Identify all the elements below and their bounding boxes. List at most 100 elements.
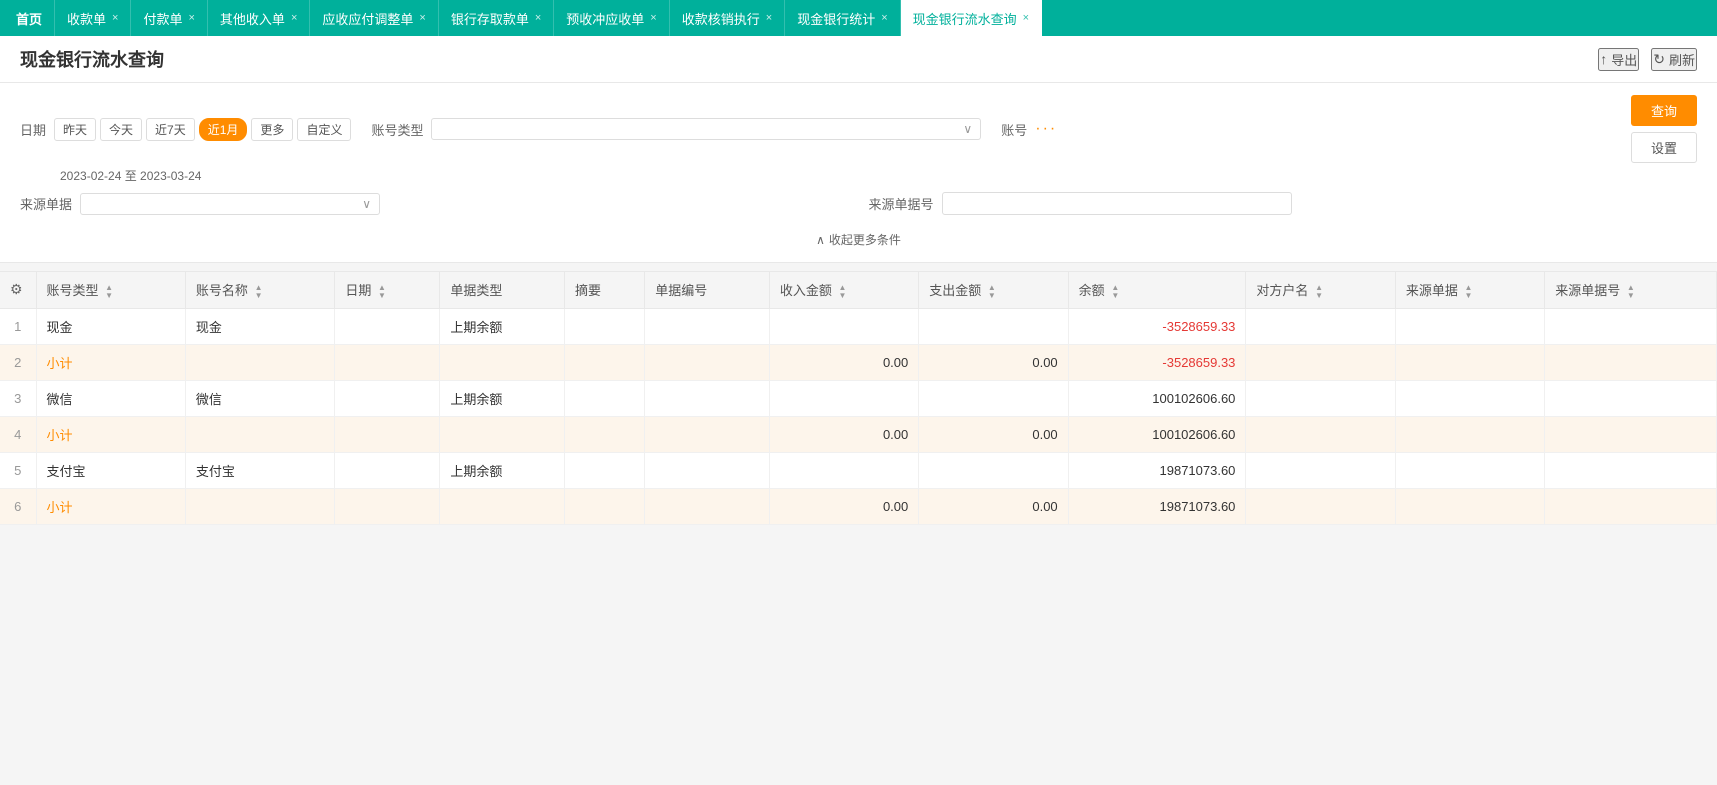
close-icon[interactable]: × xyxy=(419,12,425,24)
col-doc-no: 单据编号 xyxy=(645,272,770,309)
action-buttons: 查询 设置 xyxy=(1631,95,1697,163)
cell-income: 0.00 xyxy=(769,416,918,452)
col-income[interactable]: 收入金额 ▲▼ xyxy=(769,272,918,309)
source-doc-select[interactable]: ∨ xyxy=(80,193,380,215)
cell-account-name xyxy=(185,488,334,524)
cell-doc-no xyxy=(645,488,770,524)
sort-arrows-source-doc-no: ▲▼ xyxy=(1627,284,1635,300)
nav-tab-payment[interactable]: 付款单 × xyxy=(131,0,207,36)
cell-income: 0.00 xyxy=(769,344,918,380)
cell-source-doc xyxy=(1395,344,1544,380)
filter-row-1: 日期 昨天 今天 近7天 近1月 更多 自定义 账号类型 ∨ 账号 ··· xyxy=(20,95,1697,163)
cell-date xyxy=(335,416,440,452)
col-expense[interactable]: 支出金额 ▲▼ xyxy=(919,272,1068,309)
col-account-type[interactable]: 账号类型 ▲▼ xyxy=(36,272,185,309)
cell-doc-type: 上期余额 xyxy=(440,380,565,416)
close-icon[interactable]: × xyxy=(881,12,887,24)
cell-account-name xyxy=(185,344,334,380)
cell-source-doc xyxy=(1395,488,1544,524)
nav-tab-cash-flow[interactable]: 现金银行流水查询 × xyxy=(901,0,1042,36)
page-header: 现金银行流水查询 ↑ 导出 ↻ 刷新 xyxy=(0,36,1717,83)
date-btn-custom[interactable]: 自定义 xyxy=(297,118,351,141)
close-icon[interactable]: × xyxy=(188,12,194,24)
cell-doc-no xyxy=(645,452,770,488)
cell-source-doc-no xyxy=(1545,380,1717,416)
close-icon[interactable]: × xyxy=(112,12,118,24)
cell-source-doc xyxy=(1395,308,1544,344)
nav-tab-writeoff[interactable]: 收款核销执行 × xyxy=(670,0,785,36)
row-number: 5 xyxy=(0,452,36,488)
source-doc-filter-group: 来源单据 ∨ xyxy=(20,193,849,215)
sort-arrows-date: ▲▼ xyxy=(378,284,386,300)
col-account-name[interactable]: 账号名称 ▲▼ xyxy=(185,272,334,309)
col-counterparty[interactable]: 对方户名 ▲▼ xyxy=(1246,272,1395,309)
table-body: 1 现金 现金 上期余额 -3528659.33 2 小计 0.00 0.00 … xyxy=(0,308,1717,524)
account-type-select[interactable]: ∨ xyxy=(431,118,981,140)
cell-doc-no xyxy=(645,380,770,416)
account-dots-button[interactable]: ··· xyxy=(1035,120,1057,138)
date-range-display: 2023-02-24 至 2023-03-24 xyxy=(56,167,1697,184)
page-title: 现金银行流水查询 xyxy=(20,46,164,72)
cell-balance: -3528659.33 xyxy=(1068,308,1246,344)
nav-tab-cash-stat[interactable]: 现金银行统计 × xyxy=(785,0,900,36)
date-btn-more[interactable]: 更多 xyxy=(251,118,293,141)
collapse-label: 收起更多条件 xyxy=(829,231,901,248)
nav-tab-ar-ap-adjust[interactable]: 应收应付调整单 × xyxy=(310,0,438,36)
sort-arrows-account-name: ▲▼ xyxy=(255,284,263,300)
cell-source-doc-no xyxy=(1545,344,1717,380)
nav-tab-prepay[interactable]: 预收冲应收单 × xyxy=(554,0,669,36)
table-row: 2 小计 0.00 0.00 -3528659.33 xyxy=(0,344,1717,380)
col-settings[interactable]: ⚙ xyxy=(0,272,36,309)
col-source-doc-no[interactable]: 来源单据号 ▲▼ xyxy=(1545,272,1717,309)
date-filter-group: 日期 昨天 今天 近7天 近1月 更多 自定义 xyxy=(20,118,351,141)
cell-counterparty xyxy=(1246,416,1395,452)
date-btn-yesterday[interactable]: 昨天 xyxy=(54,118,96,141)
close-icon[interactable]: × xyxy=(535,12,541,24)
cell-summary xyxy=(565,416,645,452)
cell-counterparty xyxy=(1246,308,1395,344)
cell-income xyxy=(769,308,918,344)
cell-source-doc xyxy=(1395,380,1544,416)
table-header-row: ⚙ 账号类型 ▲▼ 账号名称 ▲▼ 日期 ▲▼ 单据类型 摘要 单据编号 xyxy=(0,272,1717,309)
close-icon[interactable]: × xyxy=(650,12,656,24)
cell-doc-no xyxy=(645,416,770,452)
cell-counterparty xyxy=(1246,380,1395,416)
cell-account-name: 微信 xyxy=(185,380,334,416)
cell-account-name: 支付宝 xyxy=(185,452,334,488)
col-source-doc[interactable]: 来源单据 ▲▼ xyxy=(1395,272,1544,309)
date-btn-today[interactable]: 今天 xyxy=(100,118,142,141)
export-button[interactable]: ↑ 导出 xyxy=(1598,48,1639,71)
refresh-button[interactable]: ↻ 刷新 xyxy=(1651,48,1697,71)
close-icon[interactable]: × xyxy=(766,12,772,24)
cell-expense xyxy=(919,452,1068,488)
nav-tab-receipt[interactable]: 收款单 × xyxy=(55,0,131,36)
cell-expense: 0.00 xyxy=(919,488,1068,524)
cell-source-doc xyxy=(1395,452,1544,488)
setting-button[interactable]: 设置 xyxy=(1631,132,1697,163)
close-icon[interactable]: × xyxy=(1023,12,1029,24)
collapse-icon: ∧ xyxy=(816,233,825,247)
cell-balance: 19871073.60 xyxy=(1068,488,1246,524)
cell-expense: 0.00 xyxy=(919,344,1068,380)
cell-source-doc-no xyxy=(1545,452,1717,488)
date-btn-1month[interactable]: 近1月 xyxy=(199,118,248,141)
cell-balance: 100102606.60 xyxy=(1068,380,1246,416)
cell-doc-type: 上期余额 xyxy=(440,452,565,488)
refresh-icon: ↻ xyxy=(1653,51,1665,68)
top-navigation: 首页 收款单 × 付款单 × 其他收入单 × 应收应付调整单 × 银行存取款单 … xyxy=(0,0,1717,36)
sort-arrows-balance: ▲▼ xyxy=(1111,284,1119,300)
close-icon[interactable]: × xyxy=(291,12,297,24)
col-balance[interactable]: 余额 ▲▼ xyxy=(1068,272,1246,309)
col-date[interactable]: 日期 ▲▼ xyxy=(335,272,440,309)
date-btn-7days[interactable]: 近7天 xyxy=(146,118,195,141)
nav-tab-home[interactable]: 首页 xyxy=(4,0,55,36)
data-table-container: ⚙ 账号类型 ▲▼ 账号名称 ▲▼ 日期 ▲▼ 单据类型 摘要 单据编号 xyxy=(0,271,1717,525)
source-doc-num-input[interactable] xyxy=(942,192,1292,215)
query-button[interactable]: 查询 xyxy=(1631,95,1697,126)
collapse-bar[interactable]: ∧ 收起更多条件 xyxy=(20,225,1697,250)
nav-tab-other-income[interactable]: 其他收入单 × xyxy=(208,0,310,36)
cell-expense xyxy=(919,380,1068,416)
cell-date xyxy=(335,452,440,488)
nav-tab-bank-deposit[interactable]: 银行存取款单 × xyxy=(439,0,554,36)
account-label: 账号 xyxy=(1001,120,1027,139)
